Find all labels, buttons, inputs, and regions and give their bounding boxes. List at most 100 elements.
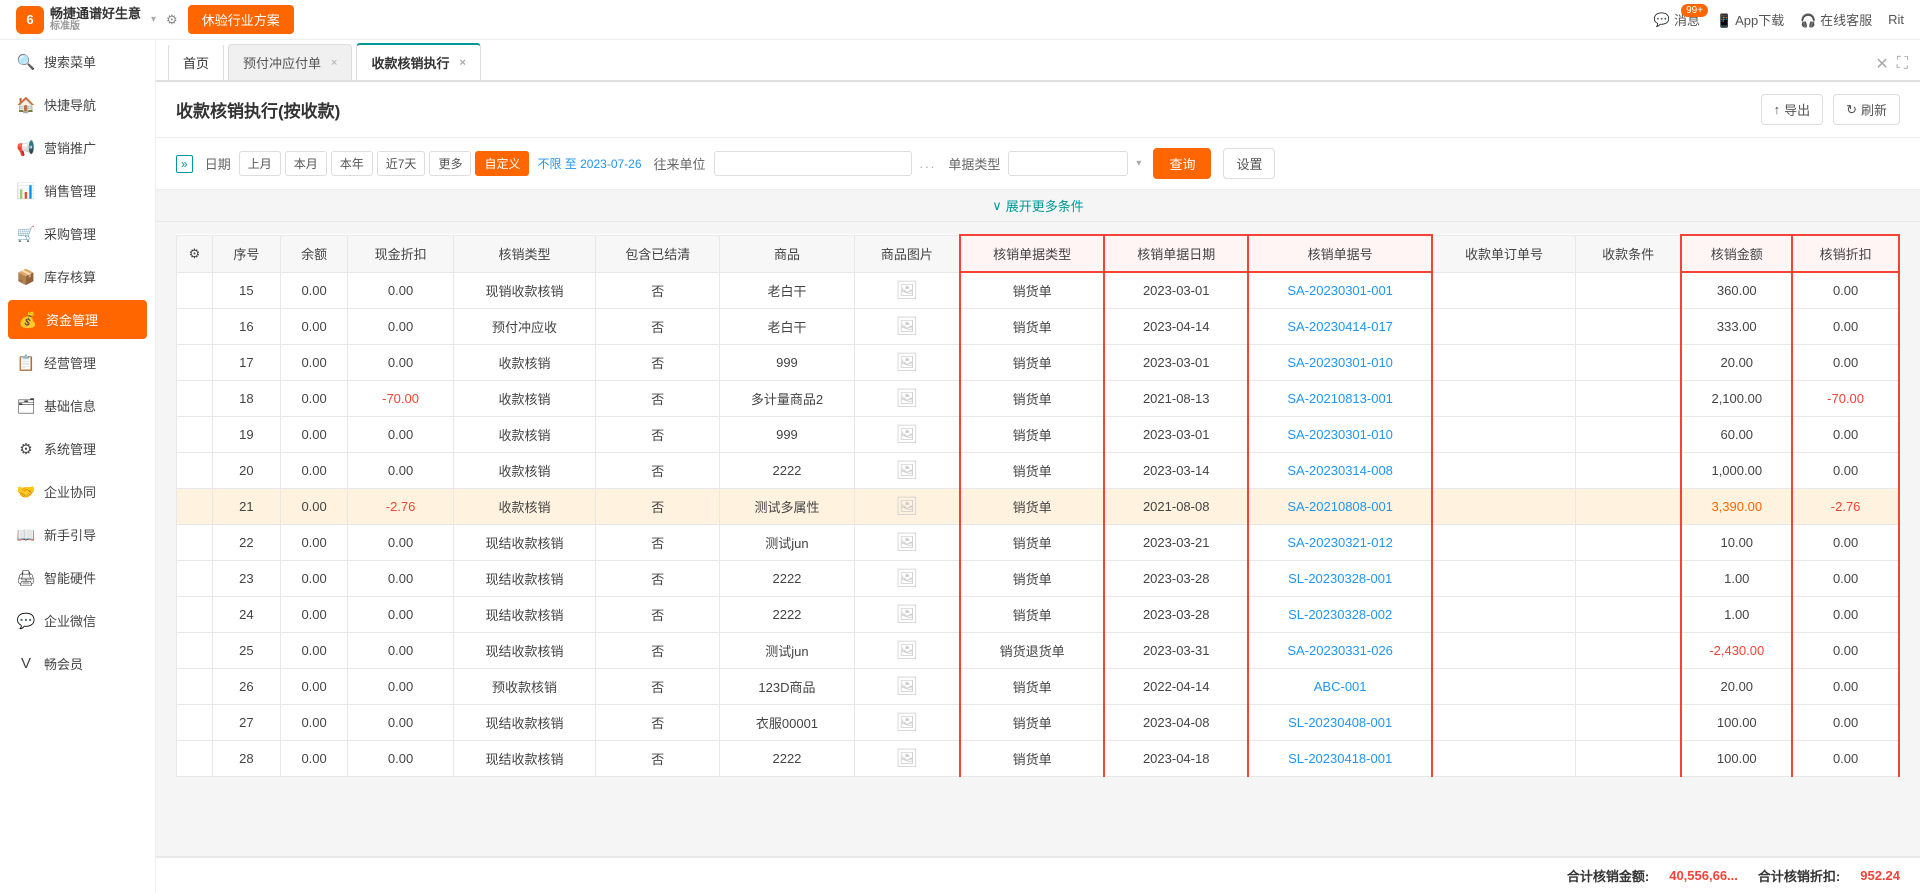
tab-close-all-btn[interactable]: ✕ (1875, 54, 1888, 74)
message-btn[interactable]: 💬 消息 99+ (1654, 10, 1700, 29)
tab-bar-right: ✕ ⛶ (1875, 54, 1908, 80)
top-gear-icon[interactable]: ⚙ (166, 12, 178, 28)
cell-writeoff-discount: 0.00 (1792, 524, 1899, 560)
top-bar-left: 6 畅捷通谱好生意 标准版 ▾ ⚙ 休验行业方案 (16, 5, 294, 34)
cell-doc-date: 2023-03-28 (1104, 596, 1248, 632)
cell-receipt-order-no (1432, 704, 1575, 740)
cell-doc-no[interactable]: SA-20210813-001 (1248, 380, 1432, 416)
export-btn[interactable]: ↑ 导出 (1761, 94, 1824, 125)
th-included-close: 包含已结清 (596, 235, 720, 272)
tab-home[interactable]: 首页 (168, 43, 224, 80)
date-btn-this-year[interactable]: 本年 (331, 151, 373, 176)
cell-doc-no[interactable]: SL-20230418-001 (1248, 740, 1432, 776)
cell-balance: 0.00 (280, 488, 348, 524)
cell-doc-no[interactable]: SA-20230301-010 (1248, 344, 1432, 380)
th-no: 序号 (213, 235, 281, 272)
cell-doc-no[interactable]: SL-20230328-001 (1248, 560, 1432, 596)
tab-prepay[interactable]: 预付冲应付单 × (228, 44, 352, 80)
sidebar-item-wechat[interactable]: 💬 企业微信 (0, 599, 155, 642)
sidebar-item-purchase[interactable]: 🛒 采购管理 (0, 212, 155, 255)
tab-fullscreen-btn[interactable]: ⛶ (1897, 55, 1908, 73)
cell-doc-no[interactable]: SA-20230301-010 (1248, 416, 1432, 452)
cell-writeoff-type: 收款核销 (453, 488, 596, 524)
online-service-btn[interactable]: 🎧 在线客服 (1800, 10, 1872, 29)
refresh-btn[interactable]: ↻ 刷新 (1833, 94, 1900, 125)
cell-doc-date: 2021-08-13 (1104, 380, 1248, 416)
cell-receipt-order-no (1432, 452, 1575, 488)
sidebar-item-marketing[interactable]: 📢 营销推广 (0, 126, 155, 169)
cell-receipt-cond (1575, 740, 1681, 776)
logo-dropdown[interactable]: ▾ (151, 14, 156, 25)
user-name[interactable]: Rit (1888, 12, 1904, 27)
cell-doc-no[interactable]: SA-20230314-008 (1248, 452, 1432, 488)
partner-input[interactable] (714, 151, 912, 176)
cell-no: 20 (213, 452, 281, 488)
date-btn-7days[interactable]: 近7天 (377, 151, 426, 176)
cell-balance: 0.00 (280, 416, 348, 452)
cell-writeoff-type: 现结收款核销 (453, 596, 596, 632)
tab-writeoff-close[interactable]: × (459, 57, 465, 69)
logo-main: 畅捷通谱好生意 (50, 6, 141, 22)
sidebar-item-inventory[interactable]: 📦 库存核算 (0, 255, 155, 298)
filter-settings-btn[interactable]: 设置 (1223, 148, 1275, 179)
th-doc-no: 核销单据号 (1248, 235, 1432, 272)
table-row: 270.000.00现结收款核销否衣服00001🖼销货单2023-04-08SL… (177, 704, 1900, 740)
cell-doc-no[interactable]: SA-20230321-012 (1248, 524, 1432, 560)
cell-writeoff-amount: 3,390.00 (1681, 488, 1792, 524)
cell-writeoff-amount: 360.00 (1681, 272, 1792, 308)
sidebar-item-corp[interactable]: 🤝 企业协同 (0, 470, 155, 513)
cell-receipt-cond (1575, 596, 1681, 632)
sidebar-item-vip[interactable]: V 畅会员 (0, 642, 155, 685)
date-btn-more[interactable]: 更多 (429, 151, 471, 176)
sidebar-item-business[interactable]: 📋 经营管理 (0, 341, 155, 384)
table-row: 150.000.00现销收款核销否老白干🖼销货单2023-03-01SA-202… (177, 272, 1900, 308)
expand-conditions-btn[interactable]: ∨ 展开更多条件 (992, 196, 1084, 215)
date-btn-last-month[interactable]: 上月 (239, 151, 281, 176)
cell-doc-no[interactable]: SA-20210808-001 (1248, 488, 1432, 524)
cell-doc-no[interactable]: SA-20230301-001 (1248, 272, 1432, 308)
tab-prepay-close[interactable]: × (331, 57, 337, 69)
date-btn-this-month[interactable]: 本月 (285, 151, 327, 176)
sidebar-item-finance[interactable]: 💰 资金管理 (8, 300, 147, 339)
sidebar-item-sales[interactable]: 📊 销售管理 (0, 169, 155, 212)
cell-settings (177, 632, 213, 668)
industry-btn[interactable]: 休验行业方案 (188, 5, 294, 34)
cell-cash-discount: 0.00 (348, 272, 453, 308)
cell-settings (177, 524, 213, 560)
cell-cash-discount: 0.00 (348, 740, 453, 776)
cell-doc-no[interactable]: SL-20230408-001 (1248, 704, 1432, 740)
cell-included-close: 否 (596, 560, 720, 596)
cell-doc-no[interactable]: SA-20230331-026 (1248, 632, 1432, 668)
sidebar-item-guide[interactable]: 📖 新手引导 (0, 513, 155, 556)
tab-writeoff[interactable]: 收款核销执行 × (356, 43, 480, 80)
sidebar-item-hardware[interactable]: 🖨 智能硬件 (0, 556, 155, 599)
cell-doc-no[interactable]: SL-20230328-002 (1248, 596, 1432, 632)
table-row: 280.000.00现结收款核销否2222🖼销货单2023-04-18SL-20… (177, 740, 1900, 776)
filter-expand-toggle[interactable]: » (176, 155, 193, 173)
cell-included-close: 否 (596, 524, 720, 560)
hardware-icon: 🖨 (16, 569, 36, 587)
table-container[interactable]: ⚙ 序号 余额 现金折扣 核销类型 包含已结清 商品 商品图片 核销单据类型 核… (156, 222, 1920, 856)
cell-writeoff-type: 收款核销 (453, 344, 596, 380)
cell-goods: 2222 (720, 740, 854, 776)
cell-doc-type: 销货单 (960, 596, 1104, 632)
cell-goods-img: 🖼 (854, 344, 960, 380)
cell-doc-no[interactable]: ABC-001 (1248, 668, 1432, 704)
th-settings[interactable]: ⚙ (177, 235, 213, 272)
doctype-select[interactable] (1008, 151, 1128, 176)
sidebar-item-basic[interactable]: 🗂 基础信息 (0, 384, 155, 427)
cell-doc-no[interactable]: SA-20230414-017 (1248, 308, 1432, 344)
sidebar-item-search[interactable]: 🔍 搜索菜单 (0, 40, 155, 83)
doctype-dropdown-arrow: ▾ (1136, 158, 1141, 169)
cell-balance: 0.00 (280, 668, 348, 704)
cell-writeoff-discount: 0.00 (1792, 416, 1899, 452)
cell-balance: 0.00 (280, 524, 348, 560)
app-download-btn[interactable]: 📱 App下载 (1716, 10, 1784, 29)
sidebar-item-system[interactable]: ⚙ 系统管理 (0, 427, 155, 470)
cell-doc-date: 2022-04-14 (1104, 668, 1248, 704)
table-row: 250.000.00现结收款核销否测试jun🖼销货退货单2023-03-31SA… (177, 632, 1900, 668)
sidebar-item-nav[interactable]: 🏠 快捷导航 (0, 83, 155, 126)
cell-doc-type: 销货单 (960, 668, 1104, 704)
date-btn-custom[interactable]: 自定义 (475, 151, 529, 176)
query-btn[interactable]: 查询 (1153, 148, 1211, 179)
